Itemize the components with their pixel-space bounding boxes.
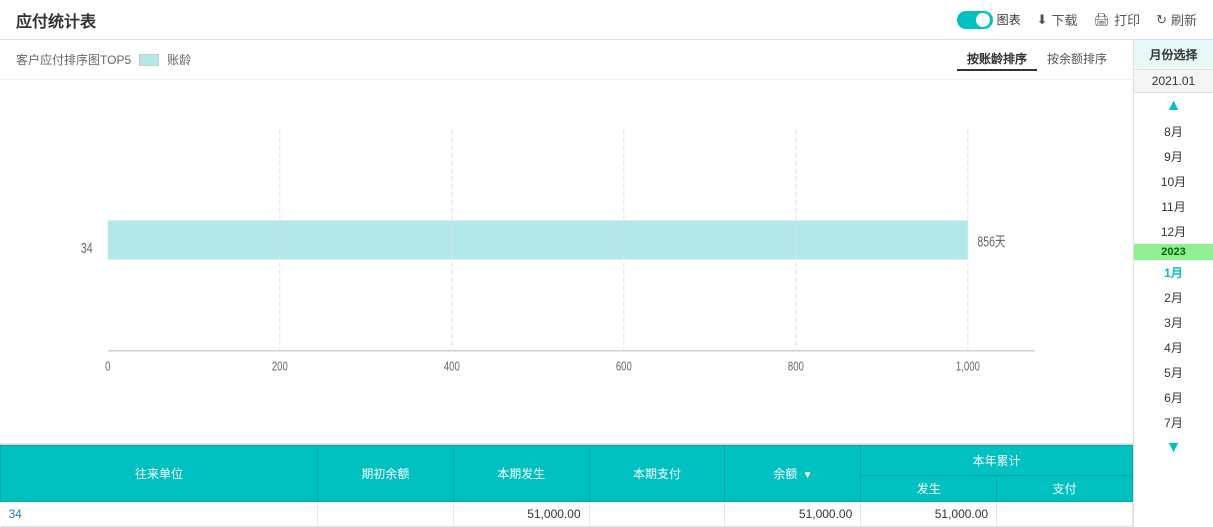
col-ytd-occurrence: 发生 [861,476,997,502]
page-title: 应付统计表 [16,8,96,32]
sidebar-down-arrow[interactable]: ▼ [1134,435,1213,461]
chart-svg: 34 856天 0 200 400 600 800 1,000 [60,90,1073,403]
legend-box [139,54,159,66]
table-wrapper: 往来单位 期初余额 本期发生 本期支付 余额 ▼ 本年累计 发生 [0,445,1133,527]
svg-text:0: 0 [105,360,110,374]
sort-by-balance-button[interactable]: 按余额排序 [1037,48,1117,71]
sidebar-item-dec[interactable]: 12月 [1134,219,1213,244]
refresh-button[interactable]: ↻ 刷新 [1156,10,1197,29]
ytd-payment-cell [997,502,1133,527]
sidebar-up-arrow[interactable]: ▲ [1134,93,1213,119]
sidebar-item-jun[interactable]: 6月 [1134,385,1213,410]
svg-text:200: 200 [272,360,288,374]
sidebar-year-2023[interactable]: 2023 [1134,244,1213,260]
current-payment-cell [589,502,725,527]
chart-toggle-label: 图表 [997,11,1021,28]
sidebar-item-nov[interactable]: 11月 [1134,194,1213,219]
sidebar-item-feb[interactable]: 2月 [1134,285,1213,310]
refresh-icon: ↻ [1156,12,1167,28]
page-header: 应付统计表 图表 ⬇ 下载 🖨 打印 ↻ 刷新 [0,0,1213,40]
sidebar-header: 月份选择 [1134,40,1213,70]
col-balance: 余额 ▼ [725,446,861,502]
col-current-payment: 本期支付 [589,446,725,502]
chart-toggle[interactable] [957,11,993,29]
print-label: 打印 [1114,10,1140,29]
sidebar-item-jan[interactable]: 1月 [1134,260,1213,285]
sidebar-item-apr[interactable]: 4月 [1134,335,1213,360]
content-column: 客户应付排序图TOP5 账龄 按账龄排序 按余额排序 34 856天 [0,40,1133,527]
svg-text:600: 600 [616,360,632,374]
sidebar-item-sep[interactable]: 9月 [1134,144,1213,169]
refresh-label: 刷新 [1171,10,1197,29]
ytd-occurrence-cell: 51,000.00 [861,502,997,527]
download-icon: ⬇ [1037,12,1048,28]
current-occurrence-cell: 51,000.00 [453,502,589,527]
sidebar-item-aug[interactable]: 8月 [1134,119,1213,144]
svg-text:400: 400 [444,360,460,374]
table-row: 34 51,000.00 51,000.00 51,000.00 [1,502,1133,527]
sidebar-nav: ▲ 8月 9月 10月 11月 12月 2023 1月 2月 3月 4月 5月 … [1134,93,1213,527]
balance-filter-icon[interactable]: ▼ [803,470,813,481]
chart-header: 客户应付排序图TOP5 账龄 按账龄排序 按余额排序 [0,40,1133,80]
sidebar-item-mar[interactable]: 3月 [1134,310,1213,335]
opening-balance-cell [317,502,453,527]
download-label: 下载 [1052,10,1078,29]
chart-sort: 按账龄排序 按余额排序 [957,48,1117,71]
chart-toggle-wrap[interactable]: 图表 [957,11,1021,29]
legend-label: 客户应付排序图TOP5 [16,51,131,68]
main-content: 客户应付排序图TOP5 账龄 按账龄排序 按余额排序 34 856天 [0,40,1213,527]
chart-area: 客户应付排序图TOP5 账龄 按账龄排序 按余额排序 34 856天 [0,40,1133,443]
svg-text:856天: 856天 [977,234,1005,250]
chart-legend: 客户应付排序图TOP5 账龄 [16,51,191,68]
svg-text:800: 800 [788,360,804,374]
col-ytd-payment: 支付 [997,476,1133,502]
svg-text:1,000: 1,000 [956,360,980,374]
col-ytd: 本年累计 [861,446,1133,476]
sidebar: 月份选择 2021.01 ▲ 8月 9月 10月 11月 12月 2023 1月… [1133,40,1213,527]
chart-container: 34 856天 0 200 400 600 800 1,000 [0,80,1133,443]
print-icon: 🖨 [1094,12,1111,28]
sidebar-item-jul[interactable]: 7月 [1134,410,1213,435]
download-button[interactable]: ⬇ 下载 [1037,10,1078,29]
sort-by-amount-button[interactable]: 按账龄排序 [957,48,1037,71]
legend-text: 账龄 [167,51,191,68]
svg-text:34: 34 [81,240,93,256]
unit-link[interactable]: 34 [9,507,22,521]
sidebar-item-may[interactable]: 5月 [1134,360,1213,385]
header-actions: 图表 ⬇ 下载 🖨 打印 ↻ 刷新 [957,10,1197,29]
unit-cell: 34 [1,502,318,527]
table-area: 往来单位 期初余额 本期发生 本期支付 余额 ▼ 本年累计 发生 [0,443,1133,527]
print-button[interactable]: 🖨 打印 [1094,10,1141,29]
balance-cell: 51,000.00 [725,502,861,527]
data-table: 往来单位 期初余额 本期发生 本期支付 余额 ▼ 本年累计 发生 [0,445,1133,527]
sidebar-current-date: 2021.01 [1134,70,1213,93]
col-current-occurrence: 本期发生 [453,446,589,502]
col-from-unit: 往来单位 [1,446,318,502]
sidebar-item-oct[interactable]: 10月 [1134,169,1213,194]
col-opening-balance: 期初余额 [317,446,453,502]
